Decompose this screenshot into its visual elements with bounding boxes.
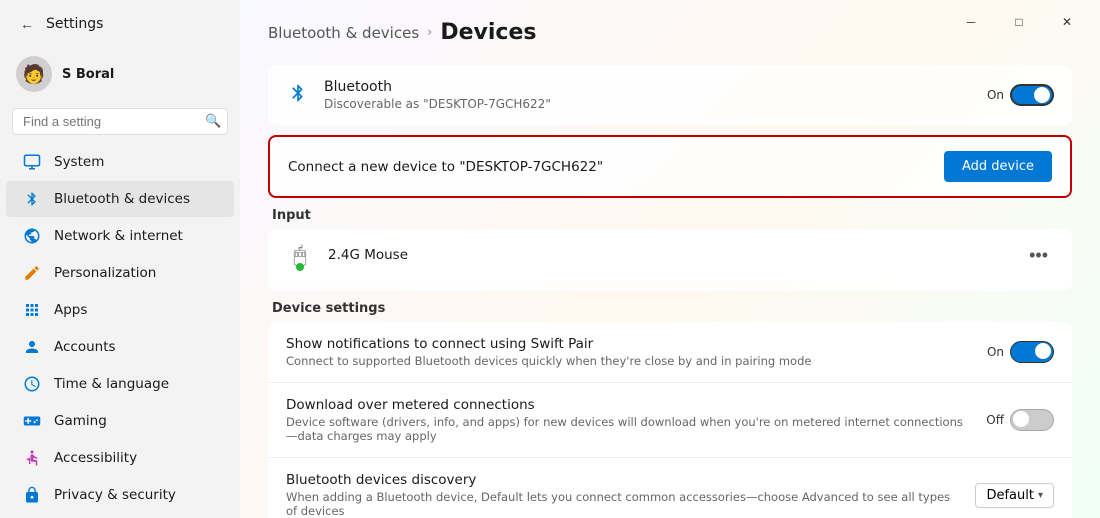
settings-row-title-discovery: Bluetooth devices discovery	[286, 472, 961, 488]
settings-row-swift-pair: Show notifications to connect using Swif…	[268, 322, 1072, 383]
settings-row-info-discovery: Bluetooth devices discovery When adding …	[286, 472, 961, 518]
accounts-icon	[22, 337, 42, 357]
device-status-dot	[296, 263, 304, 271]
sidebar-item-accounts[interactable]: Accounts	[6, 329, 234, 365]
settings-row-discovery: Bluetooth devices discovery When adding …	[268, 458, 1072, 518]
minimize-button[interactable]: ─	[948, 6, 994, 38]
sidebar-item-accessibility[interactable]: Accessibility	[6, 440, 234, 476]
sidebar-header: ← Settings	[0, 0, 240, 48]
breadcrumb-separator: ›	[427, 25, 432, 40]
sidebar-item-system[interactable]: System	[6, 144, 234, 180]
user-profile[interactable]: 🧑 S Boral	[0, 48, 240, 104]
settings-row-info-swift-pair: Show notifications to connect using Swif…	[286, 336, 973, 368]
bluetooth-toggle[interactable]	[1010, 84, 1054, 106]
chevron-down-icon: ▾	[1038, 490, 1043, 501]
search-box[interactable]: 🔍	[12, 108, 228, 135]
avatar-icon: 🧑	[23, 64, 45, 85]
gaming-icon	[22, 411, 42, 431]
mouse-icon-wrap: 🖱	[286, 241, 314, 269]
nav-list: System Bluetooth & devices Network & int…	[0, 143, 240, 518]
back-button[interactable]: ←	[16, 12, 38, 36]
search-input[interactable]	[23, 114, 199, 129]
maximize-button[interactable]: □	[996, 6, 1042, 38]
personalization-icon	[22, 263, 42, 283]
sidebar-item-label: Personalization	[54, 265, 156, 281]
apps-icon	[22, 300, 42, 320]
toggle-metered[interactable]	[1010, 409, 1054, 431]
sidebar-item-label: Gaming	[54, 413, 107, 429]
sidebar-item-label: Accounts	[54, 339, 116, 355]
sidebar-item-bluetooth[interactable]: Bluetooth & devices	[6, 181, 234, 217]
sidebar-item-label: Bluetooth & devices	[54, 191, 190, 207]
system-icon	[22, 152, 42, 172]
select-control-discovery: Default ▾	[975, 483, 1054, 508]
select-value-discovery: Default	[986, 488, 1034, 503]
privacy-icon	[22, 485, 42, 505]
sidebar-item-time[interactable]: Time & language	[6, 366, 234, 402]
sidebar: ← Settings 🧑 S Boral 🔍 System Bluetooth …	[0, 0, 240, 518]
title-bar: ─ □ ✕	[938, 0, 1100, 44]
settings-row-info-metered: Download over metered connections Device…	[286, 397, 972, 443]
sidebar-item-update[interactable]: Windows Update	[6, 514, 234, 518]
bluetooth-icon	[22, 189, 42, 209]
bluetooth-subtitle: Discoverable as "DESKTOP-7GCH622"	[324, 97, 973, 111]
sidebar-item-label: Apps	[54, 302, 87, 318]
toggle-swift-pair[interactable]	[1010, 341, 1054, 363]
network-icon	[22, 226, 42, 246]
toggle-label-metered: Off	[986, 413, 1004, 427]
input-devices-card: 🖱 2.4G Mouse •••	[268, 229, 1072, 291]
main-content: Bluetooth & devices › Devices Bluetooth …	[240, 0, 1100, 518]
device-name: 2.4G Mouse	[328, 247, 1009, 263]
sidebar-item-label: Privacy & security	[54, 487, 176, 503]
toggle-control-swift-pair: On	[987, 341, 1054, 363]
device-settings-card: Show notifications to connect using Swif…	[268, 322, 1072, 518]
accessibility-icon	[22, 448, 42, 468]
bluetooth-icon	[286, 83, 310, 108]
bluetooth-row: Bluetooth Discoverable as "DESKTOP-7GCH6…	[268, 65, 1072, 125]
bluetooth-toggle-container: On	[987, 84, 1054, 106]
sidebar-item-gaming[interactable]: Gaming	[6, 403, 234, 439]
device-settings-label: Device settings	[268, 301, 1072, 316]
settings-row-title-metered: Download over metered connections	[286, 397, 972, 413]
avatar: 🧑	[16, 56, 52, 92]
bluetooth-card: Bluetooth Discoverable as "DESKTOP-7GCH6…	[268, 65, 1072, 125]
add-device-button[interactable]: Add device	[944, 151, 1052, 182]
bluetooth-title: Bluetooth	[324, 79, 973, 95]
sidebar-item-label: Network & internet	[54, 228, 183, 244]
settings-row-desc-discovery: When adding a Bluetooth device, Default …	[286, 490, 961, 518]
sidebar-item-privacy[interactable]: Privacy & security	[6, 477, 234, 513]
close-button[interactable]: ✕	[1044, 6, 1090, 38]
select-discovery[interactable]: Default ▾	[975, 483, 1054, 508]
bluetooth-info: Bluetooth Discoverable as "DESKTOP-7GCH6…	[324, 79, 973, 111]
device-more-button[interactable]: •••	[1023, 243, 1054, 268]
username: S Boral	[62, 67, 114, 82]
add-device-text: Connect a new device to "DESKTOP-7GCH622…	[288, 159, 944, 175]
time-icon	[22, 374, 42, 394]
sidebar-item-personalization[interactable]: Personalization	[6, 255, 234, 291]
settings-row-desc-swift-pair: Connect to supported Bluetooth devices q…	[286, 354, 973, 368]
settings-row-metered: Download over metered connections Device…	[268, 383, 1072, 458]
app-title: Settings	[46, 16, 103, 32]
breadcrumb-parent[interactable]: Bluetooth & devices	[268, 24, 419, 42]
breadcrumb-current: Devices	[440, 20, 536, 45]
toggle-label-swift-pair: On	[987, 345, 1004, 359]
table-row: 🖱 2.4G Mouse •••	[268, 229, 1072, 281]
add-device-row: Connect a new device to "DESKTOP-7GCH622…	[268, 135, 1072, 198]
bluetooth-toggle-label: On	[987, 88, 1004, 102]
input-section-label: Input	[268, 208, 1072, 223]
sidebar-item-label: Time & language	[54, 376, 169, 392]
sidebar-item-label: System	[54, 154, 104, 170]
sidebar-item-label: Accessibility	[54, 450, 137, 466]
sidebar-item-apps[interactable]: Apps	[6, 292, 234, 328]
toggle-control-metered: Off	[986, 409, 1054, 431]
search-icon: 🔍	[205, 114, 221, 129]
settings-row-title-swift-pair: Show notifications to connect using Swif…	[286, 336, 973, 352]
settings-row-desc-metered: Device software (drivers, info, and apps…	[286, 415, 972, 443]
sidebar-item-network[interactable]: Network & internet	[6, 218, 234, 254]
